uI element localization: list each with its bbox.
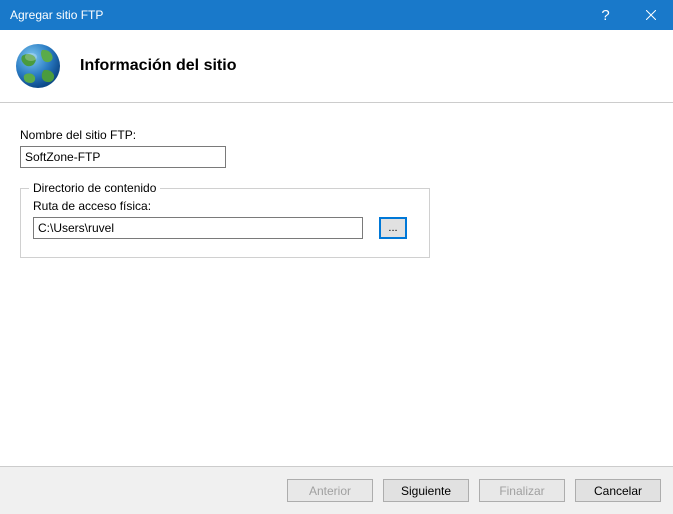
content-directory-legend: Directorio de contenido xyxy=(29,181,160,195)
globe-icon xyxy=(14,42,62,90)
wizard-footer: Anterior Siguiente Finalizar Cancelar xyxy=(0,466,673,514)
close-icon xyxy=(646,10,656,20)
finish-button: Finalizar xyxy=(479,479,565,502)
next-button[interactable]: Siguiente xyxy=(383,479,469,502)
titlebar: Agregar sitio FTP ? xyxy=(0,0,673,30)
physical-path-label: Ruta de acceso física: xyxy=(33,199,417,213)
window-title: Agregar sitio FTP xyxy=(10,8,583,22)
wizard-header: Información del sitio xyxy=(0,30,673,103)
close-button[interactable] xyxy=(628,0,673,30)
wizard-content: Nombre del sitio FTP: Directorio de cont… xyxy=(0,103,673,268)
path-row: ... xyxy=(33,217,417,239)
page-title: Información del sitio xyxy=(80,57,236,75)
content-directory-group: Directorio de contenido Ruta de acceso f… xyxy=(20,188,430,258)
titlebar-buttons: ? xyxy=(583,0,673,30)
help-button[interactable]: ? xyxy=(583,0,628,30)
browse-button[interactable]: ... xyxy=(379,217,407,239)
site-name-input[interactable] xyxy=(20,146,226,168)
cancel-button[interactable]: Cancelar xyxy=(575,479,661,502)
physical-path-input[interactable] xyxy=(33,217,363,239)
previous-button: Anterior xyxy=(287,479,373,502)
site-name-label: Nombre del sitio FTP: xyxy=(20,128,653,142)
